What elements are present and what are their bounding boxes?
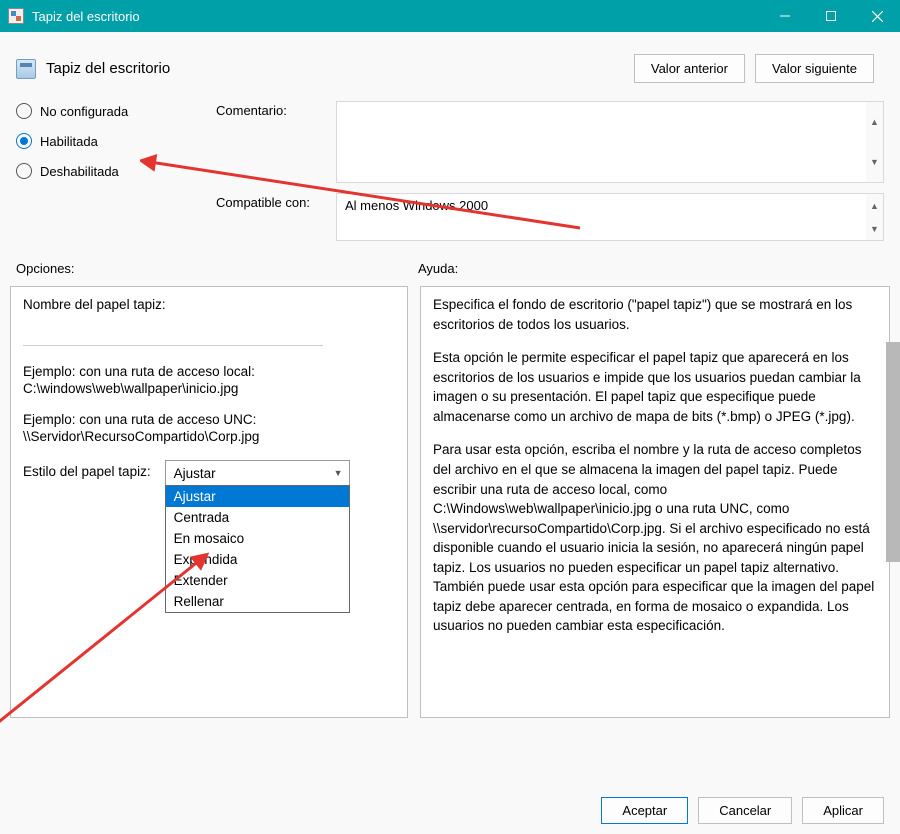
comment-label: Comentario: [216, 101, 336, 118]
wallpaper-style-dropdown: Ajustar Centrada En mosaico Expandida Ex… [165, 485, 350, 613]
options-panel: Nombre del papel tapiz: Ejemplo: con una… [10, 286, 408, 718]
close-button[interactable] [854, 0, 900, 32]
radio-label: Deshabilitada [40, 164, 119, 179]
dropdown-item-expandida[interactable]: Expandida [166, 549, 349, 570]
radio-icon [16, 133, 32, 149]
cancel-button[interactable]: Cancelar [698, 797, 792, 824]
window-titlebar: Tapiz del escritorio [0, 0, 900, 32]
comment-down-icon[interactable]: ▼ [866, 142, 883, 182]
dropdown-item-centrada[interactable]: Centrada [166, 507, 349, 528]
dropdown-item-rellenar[interactable]: Rellenar [166, 591, 349, 612]
compat-label: Compatible con: [216, 193, 336, 210]
radio-icon [16, 103, 32, 119]
dropdown-item-ajustar[interactable]: Ajustar [166, 486, 349, 507]
radio-label: Habilitada [40, 134, 98, 149]
previous-value-button[interactable]: Valor anterior [634, 54, 745, 83]
dropdown-item-mosaico[interactable]: En mosaico [166, 528, 349, 549]
wallpaper-name-input[interactable] [23, 322, 323, 346]
help-panel: Especifica el fondo de escritorio ("pape… [420, 286, 890, 718]
example-local-path: C:\windows\web\wallpaper\inicio.jpg [23, 381, 395, 396]
radio-enabled[interactable]: Habilitada [16, 133, 196, 149]
wallpaper-name-label: Nombre del papel tapiz: [23, 297, 395, 312]
dropdown-item-extender[interactable]: Extender [166, 570, 349, 591]
chevron-down-icon: ▼ [334, 468, 343, 478]
app-icon [8, 8, 24, 24]
minimize-button[interactable] [762, 0, 808, 32]
help-section-label: Ayuda: [418, 261, 458, 276]
scrollbar[interactable] [886, 342, 900, 562]
ok-button[interactable]: Aceptar [601, 797, 688, 824]
combo-value: Ajustar [174, 466, 216, 481]
radio-disabled[interactable]: Deshabilitada [16, 163, 196, 179]
help-paragraph: Esta opción le permite especificar el pa… [433, 348, 877, 426]
compat-up-icon[interactable]: ▲ [866, 194, 883, 217]
comment-field[interactable] [336, 101, 866, 183]
window-title: Tapiz del escritorio [32, 9, 140, 24]
scrollbar-thumb[interactable] [886, 342, 900, 562]
radio-label: No configurada [40, 104, 128, 119]
compat-down-icon[interactable]: ▼ [866, 217, 883, 240]
example-local-label: Ejemplo: con una ruta de acceso local: [23, 364, 395, 379]
apply-button[interactable]: Aplicar [802, 797, 884, 824]
radio-icon [16, 163, 32, 179]
options-section-label: Opciones: [16, 261, 418, 276]
maximize-button[interactable] [808, 0, 854, 32]
help-paragraph: Especifica el fondo de escritorio ("pape… [433, 295, 877, 334]
example-unc-path: \\Servidor\RecursoCompartido\Corp.jpg [23, 429, 395, 444]
wallpaper-style-label: Estilo del papel tapiz: [23, 460, 151, 479]
next-value-button[interactable]: Valor siguiente [755, 54, 874, 83]
help-paragraph: Para usar esta opción, escriba el nombre… [433, 440, 877, 636]
radio-not-configured[interactable]: No configurada [16, 103, 196, 119]
comment-up-icon[interactable]: ▲ [866, 102, 883, 142]
page-title: Tapiz del escritorio [46, 60, 634, 77]
policy-icon [16, 59, 36, 79]
example-unc-label: Ejemplo: con una ruta de acceso UNC: [23, 412, 395, 427]
wallpaper-style-combo[interactable]: Ajustar ▼ [165, 460, 350, 486]
compat-value: Al menos Windows 2000 [336, 193, 866, 241]
